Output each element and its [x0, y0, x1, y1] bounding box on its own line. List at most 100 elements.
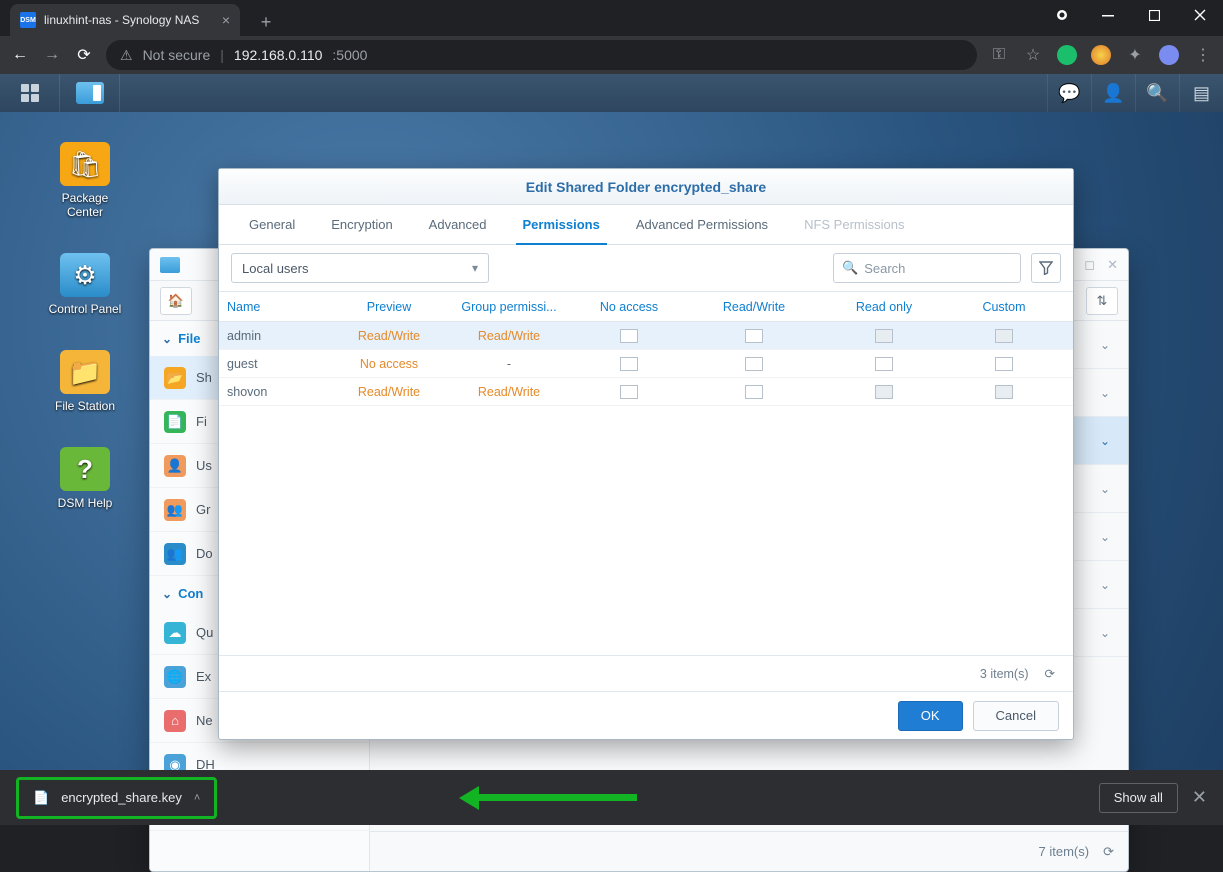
tab-encryption[interactable]: Encryption [313, 205, 410, 244]
chat-icon[interactable]: 💬 [1047, 74, 1091, 112]
widgets-icon[interactable]: ▤ [1179, 74, 1223, 112]
cell-readonly[interactable] [819, 357, 949, 371]
user-type-select[interactable]: Local users ▾ [231, 253, 489, 283]
globe-icon: 🌐 [164, 666, 186, 688]
col-name[interactable]: Name [219, 300, 329, 314]
cell-readwrite[interactable] [689, 385, 819, 399]
edit-shared-folder-modal: Edit Shared Folder encrypted_share Gener… [218, 168, 1074, 740]
cell-readonly[interactable] [819, 329, 949, 343]
extension-2-icon[interactable] [1091, 45, 1111, 65]
tab-permissions[interactable]: Permissions [505, 205, 618, 244]
back-button[interactable]: ← [10, 46, 30, 64]
cell-group: Read/Write [449, 385, 569, 399]
user-icon[interactable]: 👤 [1091, 74, 1135, 112]
cell-custom[interactable] [949, 329, 1059, 343]
cell-readwrite[interactable] [689, 329, 819, 343]
table-row[interactable]: guestNo access- [219, 350, 1073, 378]
modal-filter-bar: Local users ▾ 🔍 Search [219, 245, 1073, 291]
bookmark-star-icon[interactable]: ☆ [1023, 45, 1043, 65]
filter-button[interactable] [1031, 253, 1061, 283]
url-box[interactable]: ⚠ Not secure | 192.168.0.110:5000 [106, 40, 977, 70]
extension-1-icon[interactable] [1057, 45, 1077, 65]
minimize-button[interactable] [1085, 0, 1131, 30]
window-close-icon[interactable]: ✕ [1107, 257, 1118, 273]
url-host: 192.168.0.110 [234, 47, 323, 63]
col-readonly[interactable]: Read only [819, 300, 949, 314]
cell-name: shovon [219, 385, 329, 399]
shelf-close-icon[interactable]: ✕ [1192, 787, 1207, 808]
address-bar: ← → ⟳ ⚠ Not secure | 192.168.0.110:5000 … [0, 36, 1223, 74]
download-item[interactable]: 📄 encrypted_share.key ˄ [16, 777, 217, 819]
tab-close-icon[interactable]: × [222, 12, 230, 28]
sort-button[interactable]: ⇅ [1086, 287, 1118, 315]
saved-password-icon[interactable]: ⚿ [989, 45, 1009, 65]
desktop-icon-dsm-help[interactable]: ? DSM Help [40, 447, 130, 510]
search-icon[interactable]: 🔍 [1135, 74, 1179, 112]
tab-nfs-permissions: NFS Permissions [786, 205, 922, 244]
control-panel-icon: ⚙ [60, 253, 110, 297]
window-app-icon [160, 257, 180, 273]
close-button[interactable] [1177, 0, 1223, 30]
chevron-down-icon: ⌄ [162, 332, 172, 346]
download-filename: encrypted_share.key [61, 790, 182, 805]
chevron-down-icon: ⌄ [1100, 530, 1110, 544]
cell-readonly[interactable] [819, 385, 949, 399]
col-custom[interactable]: Custom [949, 300, 1059, 314]
refresh-icon[interactable]: ⟳ [1045, 666, 1055, 681]
cell-noaccess[interactable] [569, 385, 689, 399]
reload-button[interactable]: ⟳ [74, 45, 94, 65]
show-all-button[interactable]: Show all [1099, 783, 1178, 813]
profile-avatar-icon[interactable] [1159, 45, 1179, 65]
new-tab-button[interactable]: + [252, 8, 280, 36]
folder-icon: 📂 [164, 367, 186, 389]
table-row[interactable]: adminRead/WriteRead/Write [219, 322, 1073, 350]
col-readwrite[interactable]: Read/Write [689, 300, 819, 314]
annotation-arrow [477, 794, 637, 801]
dsm-taskbar-controlpanel[interactable] [60, 74, 120, 112]
os-window-controls [1039, 0, 1223, 36]
col-group[interactable]: Group permissi... [449, 300, 569, 314]
tab-advanced-permissions[interactable]: Advanced Permissions [618, 205, 786, 244]
user-icon: 👤 [164, 455, 186, 477]
tab-general[interactable]: General [231, 205, 313, 244]
cell-noaccess[interactable] [569, 357, 689, 371]
modal-status-bar: 3 item(s) ⟳ [219, 655, 1073, 691]
col-preview[interactable]: Preview [329, 300, 449, 314]
cell-custom[interactable] [949, 357, 1059, 371]
cancel-button[interactable]: Cancel [973, 701, 1059, 731]
tab-favicon: DSM [20, 12, 36, 28]
ok-button[interactable]: OK [898, 701, 963, 731]
cell-custom[interactable] [949, 385, 1059, 399]
table-row[interactable]: shovonRead/WriteRead/Write [219, 378, 1073, 406]
desktop-icon-file-station[interactable]: 📁 File Station [40, 350, 130, 413]
chrome-menu-icon[interactable]: ⋮ [1193, 45, 1213, 65]
cell-group: Read/Write [449, 329, 569, 343]
cell-name: guest [219, 357, 329, 371]
dsm-main-menu-button[interactable] [0, 74, 60, 112]
cell-group: - [449, 357, 569, 371]
permissions-table-header: Name Preview Group permissi... No access… [219, 292, 1073, 322]
browser-tab[interactable]: DSM linuxhint-nas - Synology NAS × [10, 4, 240, 36]
permissions-search-input[interactable]: 🔍 Search [833, 253, 1021, 283]
window-maximize-icon[interactable]: ◻ [1084, 257, 1095, 273]
desktop-icon-package-center[interactable]: 🛍 PackageCenter [40, 142, 130, 219]
cell-readwrite[interactable] [689, 357, 819, 371]
maximize-button[interactable] [1131, 0, 1177, 30]
chevron-up-icon[interactable]: ˄ [194, 792, 200, 804]
chevron-down-icon: ⌄ [1100, 386, 1110, 400]
cell-noaccess[interactable] [569, 329, 689, 343]
tab-advanced[interactable]: Advanced [411, 205, 505, 244]
cell-preview: Read/Write [329, 385, 449, 399]
extensions-puzzle-icon[interactable]: ✦ [1125, 45, 1145, 65]
home-button[interactable]: 🏠 [160, 287, 192, 315]
modal-tabs: General Encryption Advanced Permissions … [219, 205, 1073, 245]
network-icon: ⌂ [164, 710, 186, 732]
insecure-icon: ⚠ [120, 47, 133, 64]
file-station-icon: 📁 [60, 350, 110, 394]
modal-title: Edit Shared Folder encrypted_share [219, 169, 1073, 205]
cell-preview: Read/Write [329, 329, 449, 343]
desktop-icon-control-panel[interactable]: ⚙ Control Panel [40, 253, 130, 316]
refresh-icon[interactable]: ⟳ [1103, 844, 1114, 860]
file-services-icon: 📄 [164, 411, 186, 433]
col-noaccess[interactable]: No access [569, 300, 689, 314]
